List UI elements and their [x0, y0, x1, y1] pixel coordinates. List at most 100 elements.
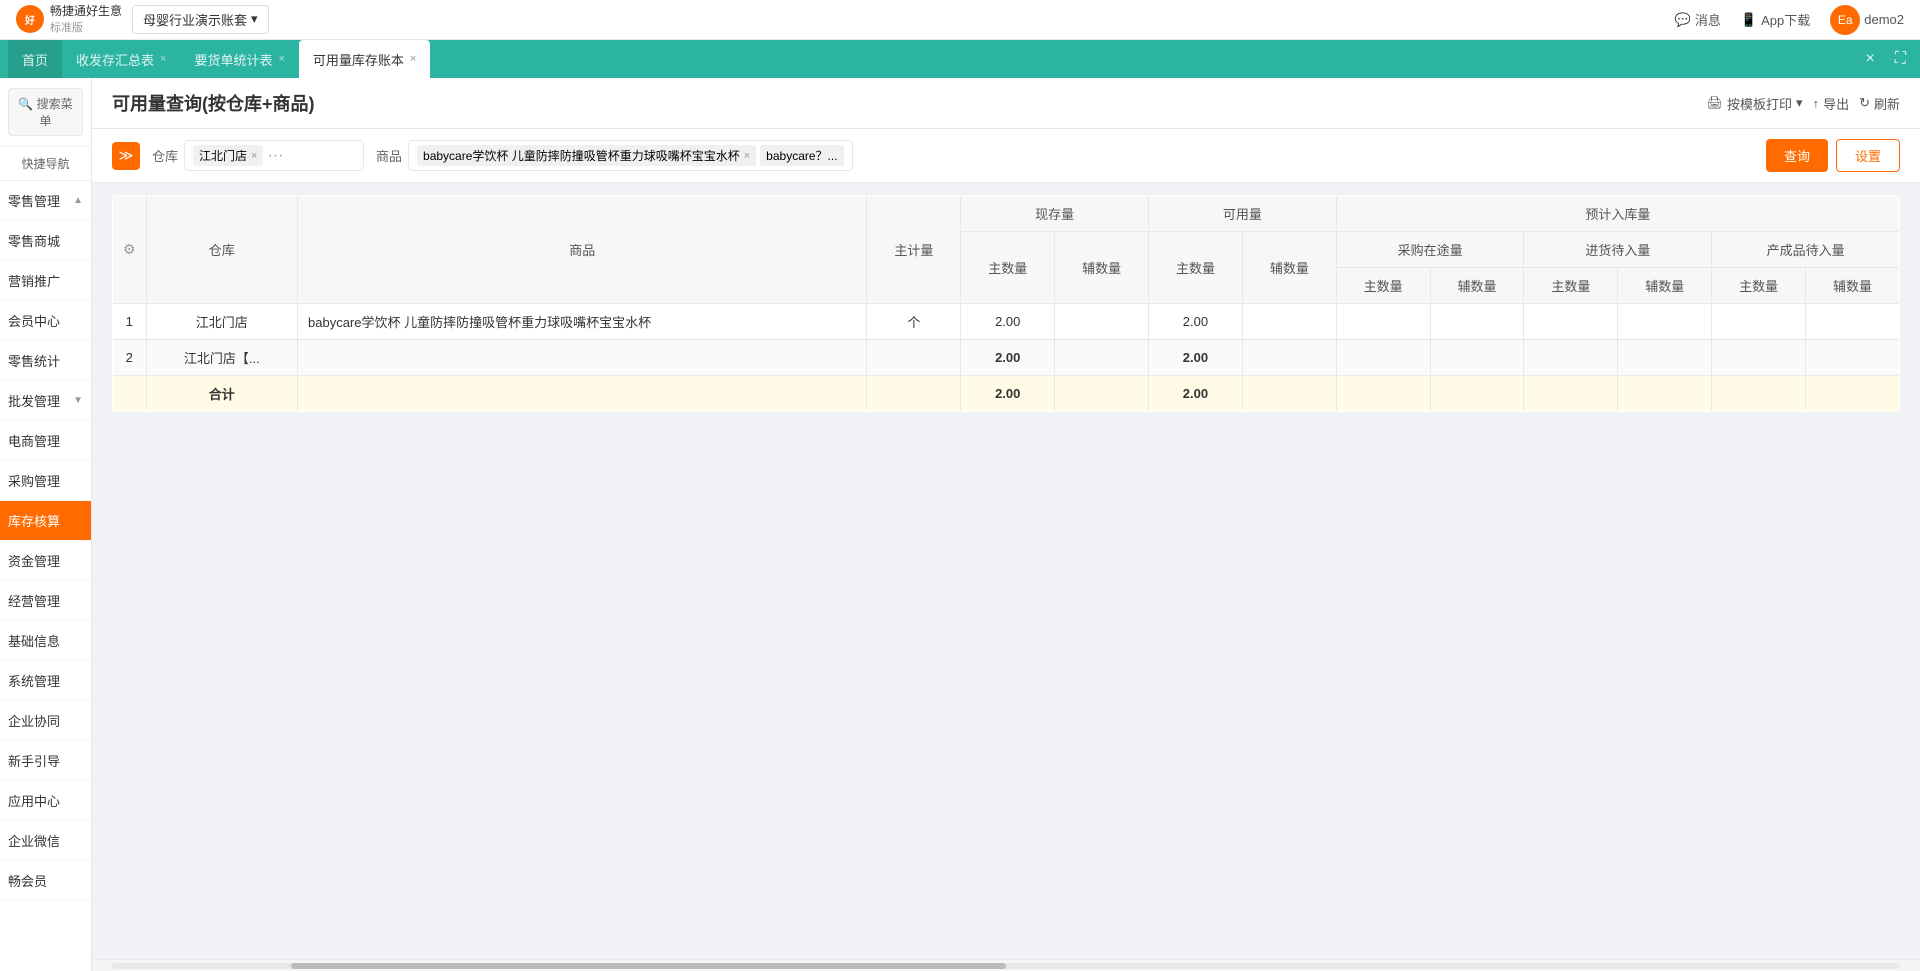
app-download-icon: 📱 — [1741, 12, 1757, 28]
sidebar-item-system-mgmt[interactable]: 系统管理 — [0, 661, 91, 701]
main-layout: 🔍 搜索菜单 快捷导航 零售管理 ▲ 零售商城 营销推广 会员中心 零售统计 批… — [0, 78, 1920, 971]
tab-order-stats[interactable]: 要货单统计表 × — [180, 40, 298, 78]
th-arriving-aux: 辅数量 — [1618, 268, 1712, 304]
row1-warehouse: 江北门店 — [146, 304, 297, 340]
sidebar-item-retail-stats[interactable]: 零售统计 — [0, 341, 91, 381]
warehouse-tag-remove[interactable]: × — [251, 150, 257, 162]
total-transit-aux — [1430, 376, 1524, 412]
th-stock-main: 主数量 — [961, 232, 1055, 304]
sidebar-item-finance-mgmt[interactable]: 资金管理 — [0, 541, 91, 581]
tab-close-available-stock[interactable]: × — [410, 53, 416, 65]
tab-close-receive-send[interactable]: × — [160, 53, 166, 65]
th-transit-aux: 辅数量 — [1430, 268, 1524, 304]
warehouse-more-button[interactable]: ··· — [267, 147, 283, 165]
gear-icon[interactable]: ⚙ — [123, 241, 136, 257]
sidebar-item-basic-info[interactable]: 基础信息 — [0, 621, 91, 661]
nav-tabs-right: × ⛶ — [1859, 50, 1912, 68]
page-header: 可用量查询(按仓库+商品) 🖨 按模板打印 ▾ ↑ 导出 ↻ 刷新 — [92, 78, 1920, 129]
th-current-stock: 现存量 — [961, 196, 1149, 232]
close-all-tabs-button[interactable]: × — [1859, 50, 1880, 68]
refresh-button[interactable]: ↻ 刷新 — [1859, 94, 1900, 113]
product-input[interactable]: babycare学饮杯 儿童防摔防撞吸管杯重力球吸嘴杯宝宝水杯 × babyca… — [408, 140, 853, 171]
sidebar-item-purchase-mgmt[interactable]: 采购管理 — [0, 461, 91, 501]
warehouse-input[interactable]: 江北门店 × ··· — [184, 140, 364, 171]
total-arriving-aux — [1618, 376, 1712, 412]
export-icon: ↑ — [1813, 96, 1820, 111]
row2-production-main — [1712, 340, 1806, 376]
avatar: Ea — [1830, 5, 1860, 35]
sidebar-item-enterprise-wechat[interactable]: 企业微信 — [0, 821, 91, 861]
sidebar-item-operations-mgmt[interactable]: 经营管理 — [0, 581, 91, 621]
refresh-icon: ↻ — [1859, 95, 1870, 111]
table-row: 2 江北门店【... 2.00 2.00 — [113, 340, 1900, 376]
sidebar-item-marketing[interactable]: 营销推广 — [0, 261, 91, 301]
total-stock-main: 2.00 — [961, 376, 1055, 412]
th-arriving-main: 主数量 — [1524, 268, 1618, 304]
scroll-thumb — [291, 963, 1006, 969]
sidebar-item-ecommerce[interactable]: 电商管理 — [0, 421, 91, 461]
store-selector[interactable]: 母婴行业演示账套 ▾ — [132, 5, 269, 34]
tab-home[interactable]: 首页 — [8, 40, 62, 78]
sidebar-item-new-guide[interactable]: 新手引导 — [0, 741, 91, 781]
row1-stock-main: 2.00 — [961, 304, 1055, 340]
message-icon: 💬 — [1675, 12, 1691, 28]
sidebar-item-retail-mgmt[interactable]: 零售管理 ▲ — [0, 181, 91, 221]
export-button[interactable]: ↑ 导出 — [1813, 94, 1850, 113]
logo-area: 好 畅捷通好生意 标准版 — [16, 4, 122, 34]
th-production-pending: 产成品待入量 — [1712, 232, 1900, 268]
sidebar-item-inventory-check[interactable]: 库存核算 — [0, 501, 91, 541]
product-tag-1-remove[interactable]: × — [744, 150, 750, 162]
sidebar-item-app-center[interactable]: 应用中心 — [0, 781, 91, 821]
user-menu[interactable]: Ea demo2 — [1830, 5, 1904, 35]
settings-button[interactable]: 设置 — [1836, 139, 1900, 172]
top-bar-left: 好 畅捷通好生意 标准版 母婴行业演示账套 ▾ — [16, 4, 269, 34]
print-button[interactable]: 🖨 按模板打印 ▾ — [1707, 94, 1803, 113]
row2-transit-main — [1336, 340, 1430, 376]
quick-nav-button[interactable]: 快捷导航 — [0, 147, 91, 181]
row2-warehouse: 江北门店【... — [146, 340, 297, 376]
row2-unit — [867, 340, 961, 376]
table-header-row-1: ⚙ 仓库 商品 主计量 现存量 — [113, 196, 1900, 232]
total-avail-aux — [1242, 376, 1336, 412]
row1-production-main — [1712, 304, 1806, 340]
th-unit: 主计量 — [867, 196, 961, 304]
row2-production-aux — [1806, 340, 1900, 376]
filter-bar: ≫ 仓库 江北门店 × ··· 商品 babycare学饮杯 儿童防摔防撞吸管杯… — [92, 129, 1920, 183]
content-area: 可用量查询(按仓库+商品) 🖨 按模板打印 ▾ ↑ 导出 ↻ 刷新 ≫ — [92, 78, 1920, 971]
row1-transit-main — [1336, 304, 1430, 340]
total-label: 合计 — [146, 376, 297, 412]
row2-arriving-aux — [1618, 340, 1712, 376]
message-button[interactable]: 💬 消息 — [1675, 10, 1721, 29]
query-button[interactable]: 查询 — [1766, 139, 1828, 172]
sidebar-item-enterprise-collab[interactable]: 企业协同 — [0, 701, 91, 741]
total-production-main — [1712, 376, 1806, 412]
th-production-aux: 辅数量 — [1806, 268, 1900, 304]
product-filter-group: 商品 babycare学饮杯 儿童防摔防撞吸管杯重力球吸嘴杯宝宝水杯 × bab… — [376, 140, 853, 171]
bottom-scrollbar[interactable] — [92, 959, 1920, 971]
sidebar-search-area: 🔍 搜索菜单 — [0, 78, 91, 147]
filter-toggle-button[interactable]: ≫ — [112, 142, 140, 170]
tab-close-order-stats[interactable]: × — [278, 53, 284, 65]
tab-receive-send[interactable]: 收发存汇总表 × — [62, 40, 180, 78]
chevron-icon: ▲ — [73, 195, 83, 206]
expand-button[interactable]: ⛶ — [1889, 50, 1912, 68]
data-table: ⚙ 仓库 商品 主计量 现存量 — [112, 195, 1900, 412]
th-avail-aux: 辅数量 — [1242, 232, 1336, 304]
total-row: 合计 2.00 2.00 — [113, 376, 1900, 412]
sidebar-item-member-center[interactable]: 会员中心 — [0, 301, 91, 341]
sidebar-item-retail-mall[interactable]: 零售商城 — [0, 221, 91, 261]
search-icon: 🔍 — [18, 97, 33, 111]
total-stock-aux — [1055, 376, 1149, 412]
warehouse-tag: 江北门店 × — [193, 145, 263, 166]
th-avail-main: 主数量 — [1149, 232, 1243, 304]
sidebar-item-wholesale-mgmt[interactable]: 批发管理 ▼ — [0, 381, 91, 421]
warehouse-label: 仓库 — [152, 146, 178, 165]
sidebar-item-member-vip[interactable]: 畅会员 — [0, 861, 91, 901]
app-download-button[interactable]: 📱 App下载 — [1741, 10, 1810, 29]
filter-actions: 查询 设置 — [1766, 139, 1900, 172]
scroll-track — [112, 963, 1900, 969]
tab-available-stock[interactable]: 可用量库存账本 × — [299, 40, 430, 78]
search-menu-button[interactable]: 🔍 搜索菜单 — [8, 88, 83, 136]
row1-unit: 个 — [867, 304, 961, 340]
th-transit-main: 主数量 — [1336, 268, 1430, 304]
